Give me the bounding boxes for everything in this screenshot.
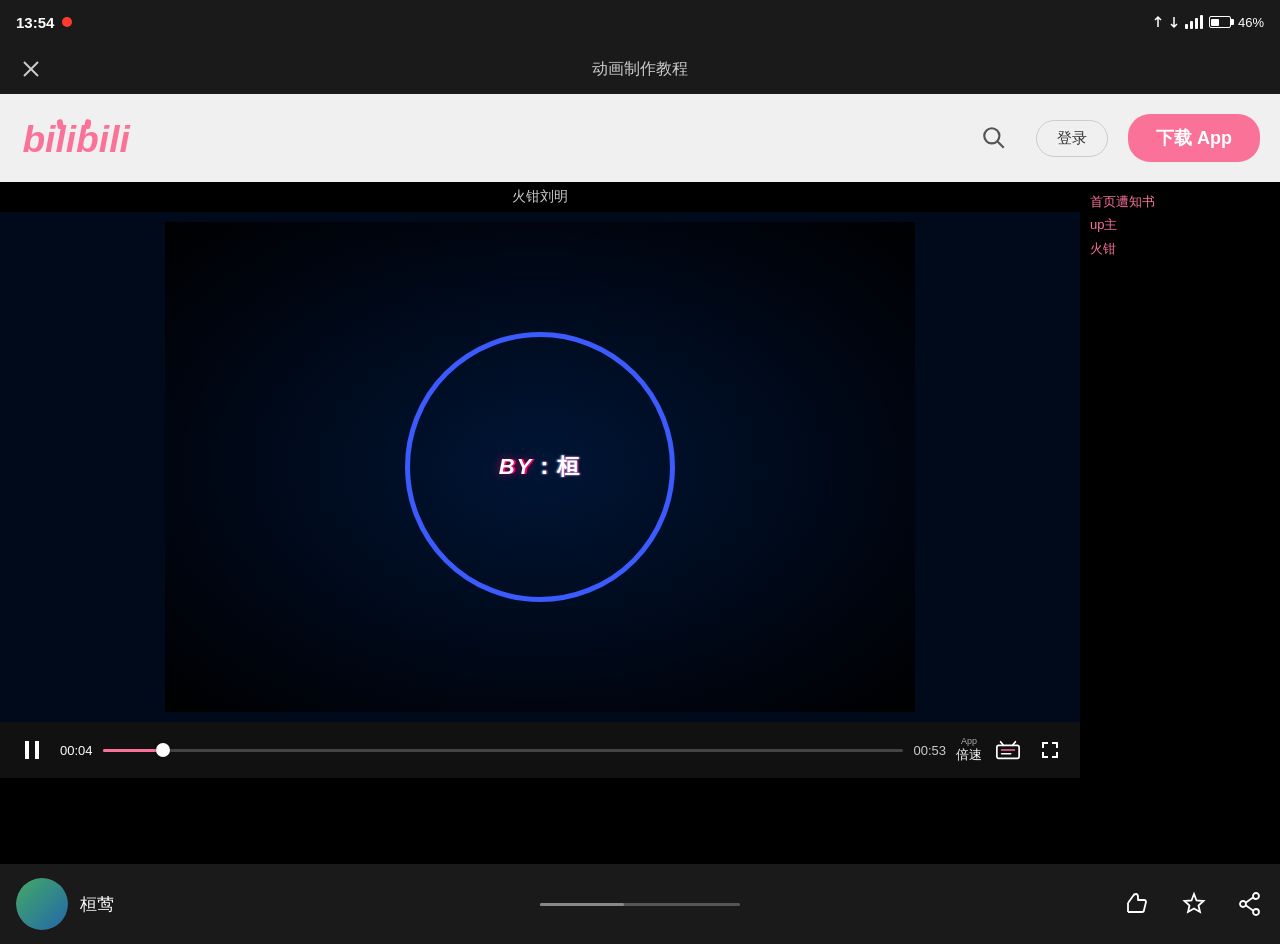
svg-point-5 — [984, 128, 999, 143]
channel-bar: 火钳刘明 — [0, 182, 1080, 212]
like-button[interactable] — [1124, 890, 1152, 918]
status-right: 46% — [1153, 15, 1264, 30]
share-button[interactable] — [1236, 890, 1264, 918]
bottom-actions — [1124, 890, 1264, 918]
battery-icon: 46% — [1209, 15, 1264, 30]
header: bilibili 登录 下载 App — [0, 94, 1280, 182]
record-indicator — [62, 17, 72, 27]
svg-rect-8 — [35, 741, 39, 759]
close-button[interactable] — [16, 54, 46, 84]
controls-bar: 00:04 00:53 App 倍速 — [0, 722, 1080, 778]
current-time: 00:04 — [60, 743, 93, 758]
notif-line-1: 首页遭知书 — [1090, 190, 1270, 213]
sidebar-notification: 首页遭知书 up主 火钳 — [1080, 182, 1280, 944]
avatar — [16, 878, 68, 930]
pause-button[interactable] — [14, 732, 50, 768]
page-title: 动画制作教程 — [592, 59, 688, 80]
favorite-button[interactable] — [1180, 890, 1208, 918]
fullscreen-button[interactable] — [1034, 734, 1066, 766]
svg-point-12 — [1253, 893, 1259, 899]
download-app-button[interactable]: 下载 App — [1128, 114, 1260, 162]
fullscreen-icon — [1040, 740, 1060, 760]
pause-icon — [20, 738, 44, 762]
svg-rect-9 — [997, 745, 1019, 758]
bilibili-logo[interactable]: bilibili — [20, 114, 140, 162]
search-button[interactable] — [972, 116, 1016, 160]
video-by-text: BY：桓 — [499, 452, 582, 482]
bottom-bar: 桓莺 — [0, 864, 1280, 944]
status-left: 13:54 — [16, 14, 72, 31]
share-icon — [1236, 890, 1264, 918]
close-icon — [21, 59, 41, 79]
download-indicator-icon — [1169, 15, 1179, 29]
title-bar: 动画制作教程 — [0, 44, 1280, 94]
upload-icon — [1153, 15, 1163, 29]
bilibili-logo-svg: bilibili — [20, 114, 140, 162]
signal-icon — [1185, 15, 1203, 29]
like-icon — [1124, 890, 1152, 918]
progress-thumb[interactable] — [156, 743, 170, 757]
speed-button[interactable]: App 倍速 — [956, 736, 982, 764]
svg-point-14 — [1240, 901, 1246, 907]
time-display: 13:54 — [16, 14, 54, 31]
login-button[interactable]: 登录 — [1036, 120, 1108, 157]
svg-line-6 — [998, 142, 1004, 148]
notif-line-3: 火钳 — [1090, 237, 1270, 260]
video-circle-graphic: BY：桓 — [405, 332, 675, 602]
content-area: 火钳刘明 BY：桓 — [0, 182, 1280, 944]
star-icon — [1180, 890, 1208, 918]
video-section: 火钳刘明 BY：桓 — [0, 182, 1080, 944]
progress-played — [103, 749, 163, 752]
channel-name: 火钳刘明 — [512, 188, 568, 206]
svg-rect-7 — [25, 741, 29, 759]
speed-app-label: App — [961, 736, 977, 746]
battery-percent: 46% — [1238, 15, 1264, 30]
svg-point-13 — [1253, 909, 1259, 915]
status-bar: 13:54 46% — [0, 0, 1280, 44]
progress-bar[interactable] — [103, 749, 904, 752]
notif-line-2: up主 — [1090, 213, 1270, 236]
danmaku-icon — [995, 737, 1021, 763]
danmaku-button[interactable] — [992, 734, 1024, 766]
search-icon — [981, 125, 1007, 151]
speed-label: 倍速 — [956, 746, 982, 764]
video-inner: BY：桓 — [165, 222, 915, 712]
svg-text:bilibili: bilibili — [22, 118, 130, 160]
total-time: 00:53 — [913, 743, 946, 758]
video-player[interactable]: BY：桓 — [0, 212, 1080, 722]
